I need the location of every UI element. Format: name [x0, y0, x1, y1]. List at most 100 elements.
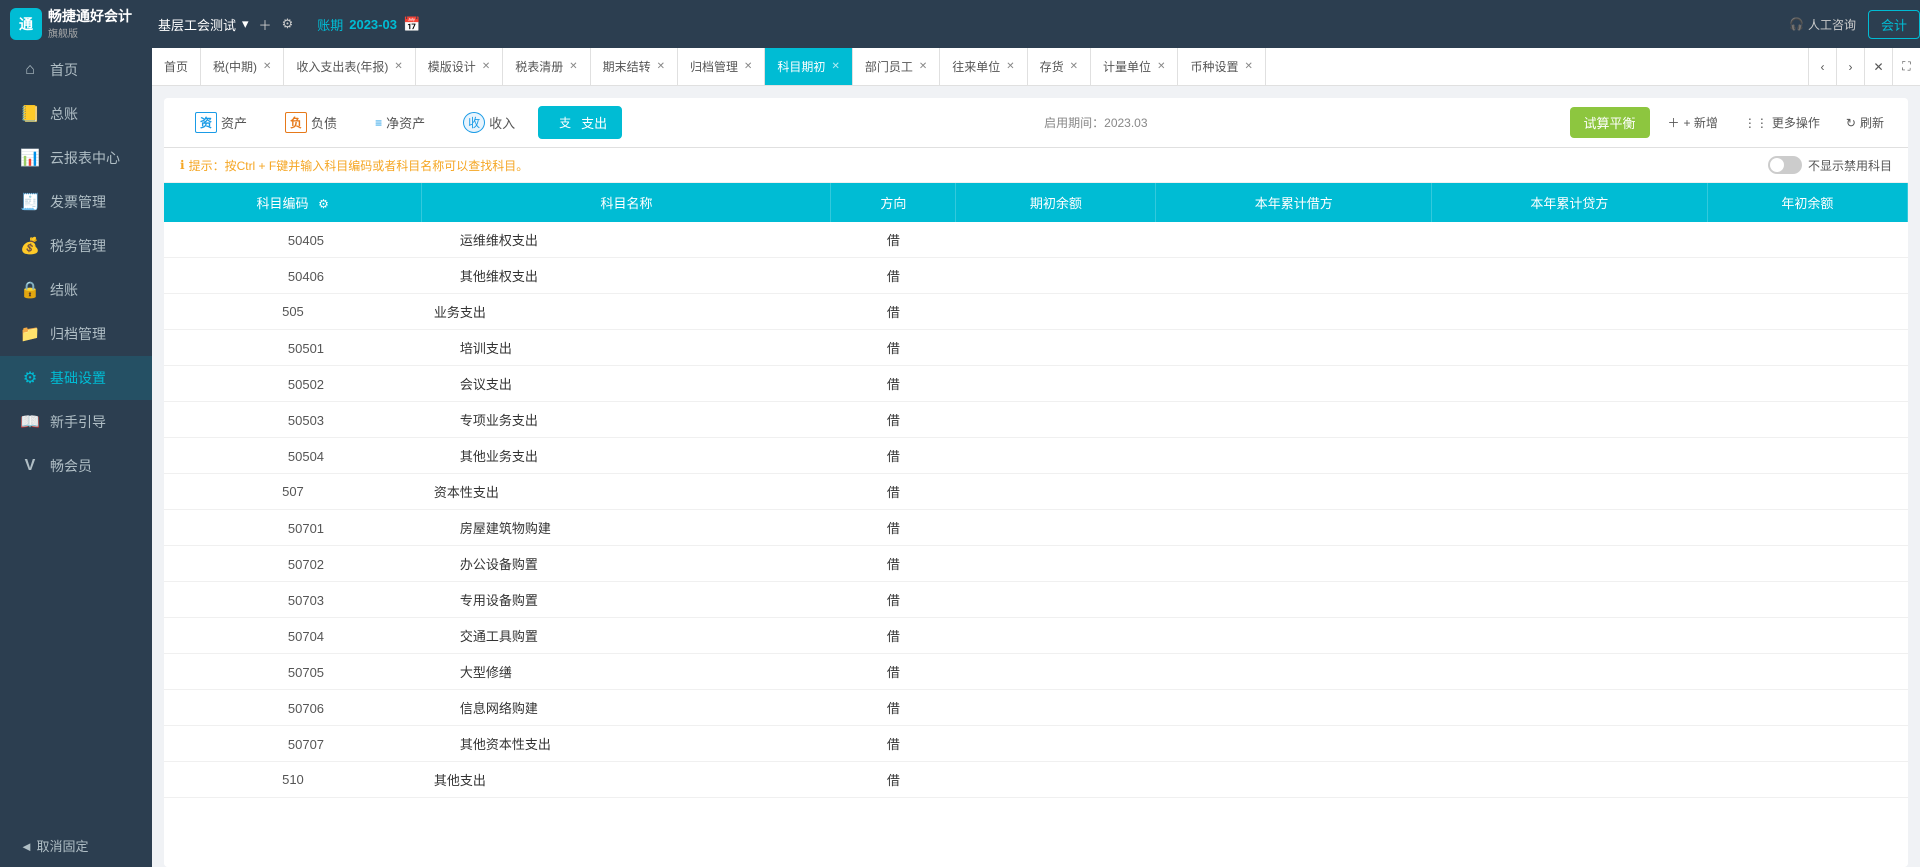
table-row[interactable]: 50705 大型修缮 借	[164, 654, 1908, 690]
sidebar-item-close[interactable]: 🔒 结账	[0, 268, 152, 312]
tab-close-icon[interactable]: ✕	[657, 61, 665, 72]
tab-currency[interactable]: 币种设置 ✕	[1178, 48, 1265, 86]
sub-tab-income[interactable]: 收 收入	[448, 106, 530, 139]
table-row[interactable]: 50502 会议支出 借	[164, 366, 1908, 402]
tab-subject-init[interactable]: 科目期初 ✕	[765, 48, 852, 86]
cell-code: 507	[164, 474, 422, 510]
sub-tab-expenses[interactable]: 支 支出	[538, 106, 622, 139]
table-row[interactable]: 50704 交通工具购置 借	[164, 618, 1908, 654]
cell-ytd-debit	[1156, 438, 1432, 474]
col-settings-icon[interactable]: ⚙	[318, 197, 329, 211]
tab-prev-button[interactable]: ‹	[1808, 48, 1836, 86]
toggle-track[interactable]	[1768, 156, 1802, 174]
tab-maximize-button[interactable]: ⛶	[1892, 48, 1920, 86]
toolbar-right: 试算平衡 ＋ + 新增 ⋮⋮ 更多操作 ↻ 刷新	[1570, 107, 1892, 138]
grid-icon: ⋮⋮	[1744, 116, 1768, 130]
sidebar-item-invoice[interactable]: 🧾 发票管理	[0, 180, 152, 224]
sub-tab-liabilities[interactable]: 负 负债	[270, 106, 352, 139]
sidebar-item-member[interactable]: V 畅会员	[0, 444, 152, 488]
tab-tax-mid[interactable]: 税(中期) ✕	[201, 48, 284, 86]
table-row[interactable]: 50501 培训支出 借	[164, 330, 1908, 366]
app-sub: 旗舰版	[48, 25, 132, 40]
table-container[interactable]: 科目编码 ⚙ 科目名称 方向 期初余额	[164, 183, 1908, 867]
cell-code: 50702	[164, 546, 422, 582]
sidebar-item-home[interactable]: ⌂ 首页	[0, 48, 152, 92]
period-area: 账期 2023-03 📅	[317, 15, 420, 34]
cell-opening	[956, 438, 1156, 474]
tab-close-all-button[interactable]: ✕	[1864, 48, 1892, 86]
company-selector[interactable]: 基层工会测试 ▾ ＋ ⚙	[150, 11, 301, 38]
tab-income-report[interactable]: 收入支出表(年报) ✕	[284, 48, 415, 86]
cell-name: 办公设备购置	[422, 546, 831, 582]
tab-archive-mgmt[interactable]: 归档管理 ✕	[678, 48, 765, 86]
table-row[interactable]: 505 业务支出 借	[164, 294, 1908, 330]
cell-direction: 借	[831, 438, 956, 474]
sub-tab-liabilities-label: 负债	[311, 113, 337, 132]
tab-close-icon[interactable]: ✕	[482, 61, 490, 72]
add-button[interactable]: ＋ + 新增	[1660, 110, 1726, 135]
tab-close-icon[interactable]: ✕	[744, 61, 752, 72]
cell-direction: 借	[831, 726, 956, 762]
tab-partner[interactable]: 往来单位 ✕	[940, 48, 1027, 86]
table-row[interactable]: 507 资本性支出 借	[164, 474, 1908, 510]
sidebar-item-archive[interactable]: 📁 归档管理	[0, 312, 152, 356]
table-row[interactable]: 50703 专用设备购置 借	[164, 582, 1908, 618]
sidebar-label-tax: 税务管理	[50, 236, 106, 256]
tab-close-icon[interactable]: ✕	[263, 61, 271, 72]
tab-label-subject-init: 科目期初	[777, 58, 825, 75]
table-row[interactable]: 50504 其他业务支出 借	[164, 438, 1908, 474]
tab-template[interactable]: 模版设计 ✕	[416, 48, 503, 86]
cell-name: 培训支出	[422, 330, 831, 366]
help-button[interactable]: 🎧 人工咨询	[1789, 16, 1856, 33]
refresh-button[interactable]: ↻ 刷新	[1838, 110, 1892, 135]
cell-ytd-debit	[1156, 222, 1432, 258]
table-row[interactable]: 50707 其他资本性支出 借	[164, 726, 1908, 762]
hint-text: ℹ 提示：按Ctrl + F键并输入科目编码或者科目名称可以查找科目。	[180, 157, 528, 174]
tab-close-icon[interactable]: ✕	[1070, 61, 1078, 72]
sidebar-item-guide[interactable]: 📖 新手引导	[0, 400, 152, 444]
table-row[interactable]: 50503 专项业务支出 借	[164, 402, 1908, 438]
table-row[interactable]: 50702 办公设备购置 借	[164, 546, 1908, 582]
cell-ytd-debit	[1156, 330, 1432, 366]
table-row[interactable]: 50406 其他维权支出 借	[164, 258, 1908, 294]
sidebar-item-ledger[interactable]: 📒 总账	[0, 92, 152, 136]
add-icon[interactable]: ＋	[259, 15, 272, 34]
tab-home[interactable]: 首页	[152, 48, 201, 86]
tab-close-icon[interactable]: ✕	[394, 61, 402, 72]
tab-close-icon[interactable]: ✕	[1157, 61, 1165, 72]
tab-inventory[interactable]: 存货 ✕	[1028, 48, 1091, 86]
tab-close-icon[interactable]: ✕	[569, 61, 577, 72]
tab-period-end[interactable]: 期末结转 ✕	[591, 48, 678, 86]
tab-close-icon[interactable]: ✕	[1244, 61, 1252, 72]
toggle-switch[interactable]: 不显示禁用科目	[1768, 156, 1892, 174]
tab-close-icon[interactable]: ✕	[1006, 61, 1014, 72]
table-row[interactable]: 50405 运维维权支出 借	[164, 222, 1908, 258]
sub-tab-assets[interactable]: 资 资产	[180, 106, 262, 139]
more-button[interactable]: ⋮⋮ 更多操作	[1736, 110, 1828, 135]
sidebar-collapse-button[interactable]: ◄ 取消固定	[0, 824, 152, 867]
cell-opening	[956, 366, 1156, 402]
balance-button[interactable]: 试算平衡	[1570, 107, 1650, 138]
col-year-opening: 年初余额	[1707, 183, 1907, 222]
sidebar-item-reports[interactable]: 📊 云报表中心	[0, 136, 152, 180]
tab-close-icon[interactable]: ✕	[919, 61, 927, 72]
cell-ytd-credit	[1432, 258, 1708, 294]
table-row[interactable]: 50706 信息网络购建 借	[164, 690, 1908, 726]
sub-tab-net-assets[interactable]: ≡ 净资产	[360, 107, 440, 138]
tab-tax-list[interactable]: 税表清册 ✕	[503, 48, 590, 86]
tab-close-icon[interactable]: ✕	[831, 61, 839, 72]
tab-dept[interactable]: 部门员工 ✕	[853, 48, 940, 86]
sidebar-item-basic[interactable]: ⚙ 基础设置	[0, 356, 152, 400]
tab-next-button[interactable]: ›	[1836, 48, 1864, 86]
tab-unit[interactable]: 计量单位 ✕	[1091, 48, 1178, 86]
col-code: 科目编码 ⚙	[164, 183, 422, 222]
calendar-icon[interactable]: 📅	[403, 16, 420, 33]
guide-icon: 📖	[20, 412, 40, 432]
table-row[interactable]: 50701 房屋建筑物购建 借	[164, 510, 1908, 546]
table-row[interactable]: 510 其他支出 借	[164, 762, 1908, 798]
cell-year-opening	[1707, 726, 1907, 762]
sidebar-item-tax[interactable]: 💰 税务管理	[0, 224, 152, 268]
cell-code: 510	[164, 762, 422, 798]
settings-icon[interactable]: ⚙	[282, 16, 294, 32]
account-button[interactable]: 会计	[1868, 10, 1920, 39]
